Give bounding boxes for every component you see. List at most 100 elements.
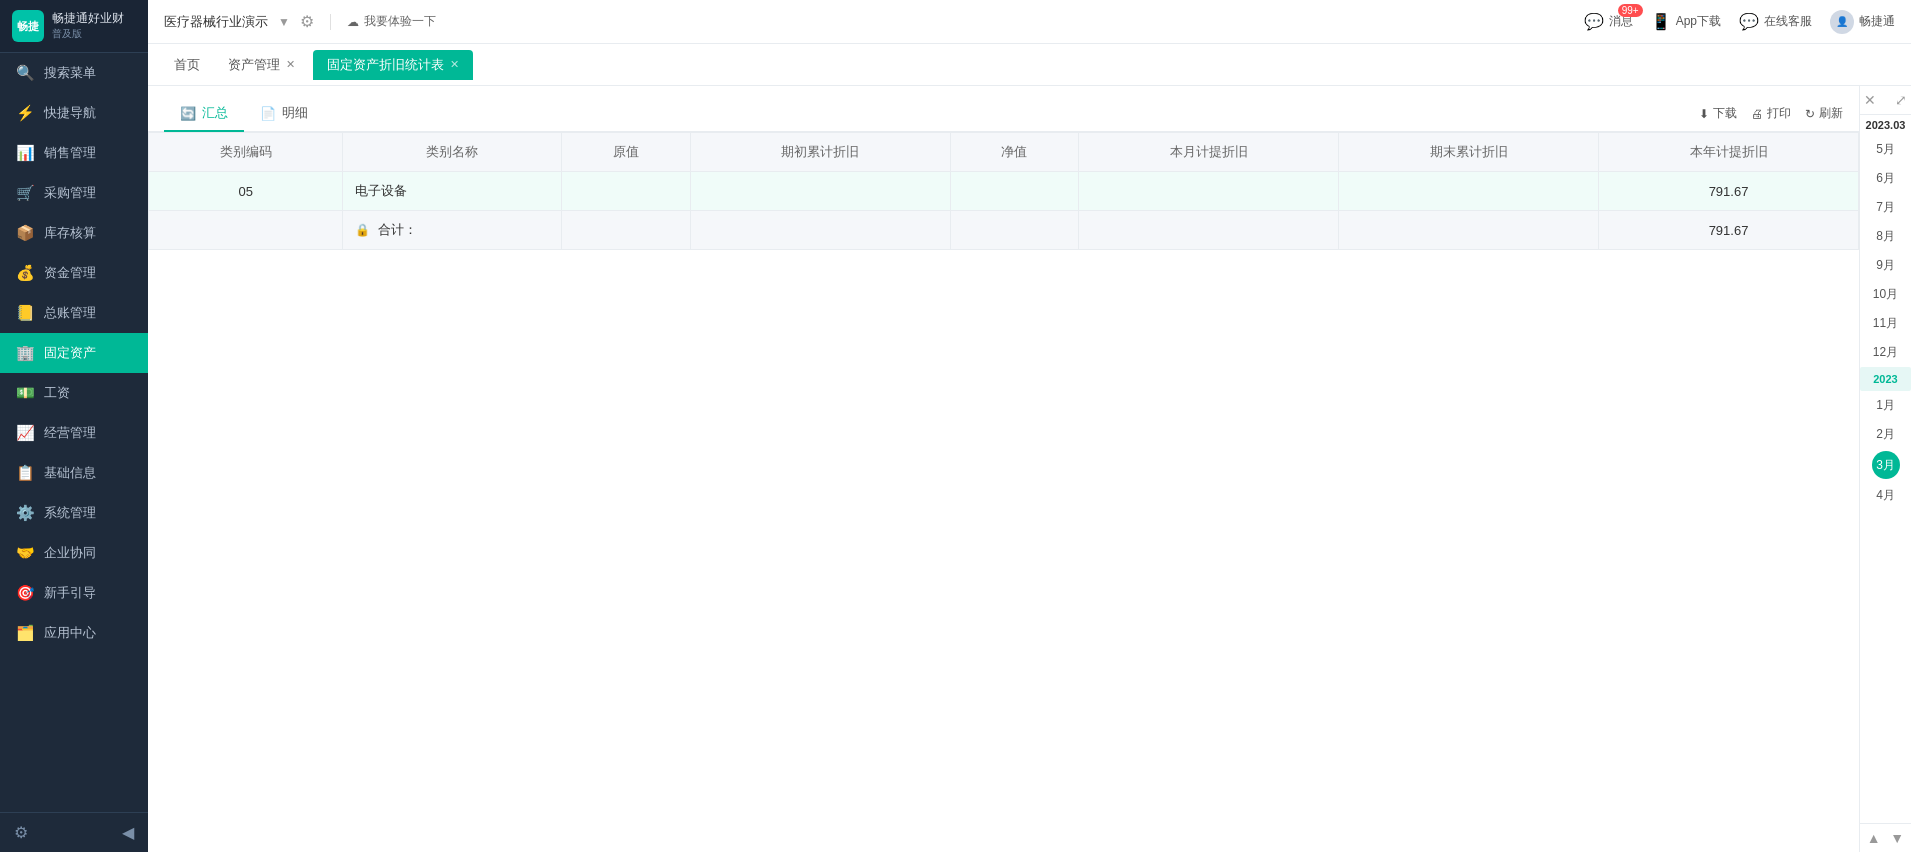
- online-service-button[interactable]: 💬 在线客服: [1739, 12, 1812, 31]
- user-profile-button[interactable]: 👤 畅捷通: [1830, 10, 1895, 34]
- building-icon: 🏢: [16, 344, 34, 362]
- collapse-icon[interactable]: ◀: [122, 823, 134, 842]
- service-icon: 💬: [1739, 12, 1759, 31]
- cell-closing-dep: [1339, 172, 1599, 211]
- logo-title: 畅捷通好业财: [52, 11, 124, 27]
- detail-icon: 📄: [260, 106, 276, 121]
- cell-original: [561, 172, 690, 211]
- month-item-5[interactable]: 5月: [1860, 135, 1911, 164]
- tab-close-asset[interactable]: ✕: [286, 58, 295, 71]
- col-header-annual-dep: 本年计提折旧: [1599, 133, 1859, 172]
- col-header-opening-dep: 期初累计折旧: [690, 133, 950, 172]
- month-item-8[interactable]: 8月: [1860, 222, 1911, 251]
- panel-close-button[interactable]: ✕: [1864, 92, 1876, 108]
- main-content: 医疗器械行业演示 ▼ ⚙ ☁ 我要体验一下 💬 消息 99+ 📱 App下载 💬…: [148, 0, 1911, 852]
- panel-expand-button[interactable]: ⤢: [1895, 92, 1907, 108]
- inner-tab-detail[interactable]: 📄 明细: [244, 96, 324, 132]
- handshake-icon: 🤝: [16, 544, 34, 562]
- cart-icon: 🛒: [16, 184, 34, 202]
- inner-tab-summary[interactable]: 🔄 汇总: [164, 96, 244, 132]
- print-icon: 🖨: [1751, 107, 1763, 121]
- total-label: 🔒 合计：: [343, 211, 562, 250]
- tab-home[interactable]: 首页: [164, 50, 210, 80]
- month-item-2[interactable]: 2月: [1860, 420, 1911, 449]
- sidebar-item-fixed-assets[interactable]: 🏢 固定资产: [0, 333, 148, 373]
- app-download-button[interactable]: 📱 App下载: [1651, 12, 1721, 31]
- message-icon: 💬: [1584, 12, 1604, 31]
- guide-icon: 🎯: [16, 584, 34, 602]
- settings-footer-icon[interactable]: ⚙: [14, 823, 28, 842]
- cloud-icon: ☁: [347, 15, 359, 29]
- sidebar-item-basic-info[interactable]: 📋 基础信息: [0, 453, 148, 493]
- tab-close-depreciation[interactable]: ✕: [450, 58, 459, 71]
- lock-icon: 🔒: [355, 223, 370, 237]
- table-row: 05 电子设备 791.67: [149, 172, 1859, 211]
- summary-icon: 🔄: [180, 106, 196, 121]
- col-header-closing-dep: 期末累计折旧: [1339, 133, 1599, 172]
- cell-monthly-dep: [1079, 172, 1339, 211]
- phone-icon: 📱: [1651, 12, 1671, 31]
- gear-icon: ⚙️: [16, 504, 34, 522]
- content-area: 🔄 汇总 📄 明细 ⬇ 下载 🖨 打印: [148, 86, 1911, 852]
- year-2023-marker[interactable]: 2023: [1860, 367, 1911, 391]
- money-icon: 💰: [16, 264, 34, 282]
- col-header-net-value: 净值: [950, 133, 1079, 172]
- messages-button[interactable]: 💬 消息 99+: [1584, 12, 1633, 31]
- print-button[interactable]: 🖨 打印: [1751, 105, 1791, 122]
- month-item-12[interactable]: 12月: [1860, 338, 1911, 367]
- topbar-settings-icon[interactable]: ⚙: [300, 12, 314, 31]
- right-panel-header: ✕ ⤢: [1860, 86, 1911, 115]
- tab-asset-management[interactable]: 资产管理 ✕: [214, 50, 309, 80]
- logo-subtitle: 普及版: [52, 27, 124, 41]
- sidebar-item-operations[interactable]: 📈 经营管理: [0, 413, 148, 453]
- cell-net-value: [950, 172, 1079, 211]
- sidebar-item-inventory[interactable]: 📦 库存核算: [0, 213, 148, 253]
- sidebar-item-payroll[interactable]: 💵 工资: [0, 373, 148, 413]
- month-item-6[interactable]: 6月: [1860, 164, 1911, 193]
- month-item-4[interactable]: 4月: [1860, 481, 1911, 510]
- month-item-11[interactable]: 11月: [1860, 309, 1911, 338]
- chart-icon: 📊: [16, 144, 34, 162]
- right-panel-footer: ▲ ▼: [1860, 823, 1911, 852]
- cell-code: 05: [149, 172, 343, 211]
- month-item-1[interactable]: 1月: [1860, 391, 1911, 420]
- sidebar-item-funds[interactable]: 💰 资金管理: [0, 253, 148, 293]
- month-item-10[interactable]: 10月: [1860, 280, 1911, 309]
- sidebar-item-quick-nav[interactable]: ⚡ 快捷导航: [0, 93, 148, 133]
- message-badge: 99+: [1618, 4, 1643, 17]
- cell-annual-dep: 791.67: [1599, 172, 1859, 211]
- month-item-7[interactable]: 7月: [1860, 193, 1911, 222]
- sidebar-item-search[interactable]: 🔍 搜索菜单: [0, 53, 148, 93]
- depreciation-table: 类别编码 类别名称 原值 期初累计折旧 净值 本月计提折旧 期末累计折旧 本年计…: [148, 132, 1859, 250]
- download-button[interactable]: ⬇ 下载: [1699, 105, 1737, 122]
- lightning-icon: ⚡: [16, 104, 34, 122]
- operations-icon: 📈: [16, 424, 34, 442]
- payroll-icon: 💵: [16, 384, 34, 402]
- inner-tabs: 🔄 汇总 📄 明细 ⬇ 下载 🖨 打印: [148, 86, 1859, 132]
- sidebar: 畅捷 畅捷通好业财 普及版 🔍 搜索菜单 ⚡ 快捷导航 📊 销售管理 🛒 采购管…: [0, 0, 148, 852]
- col-header-monthly-dep: 本月计提折旧: [1079, 133, 1339, 172]
- table-total-row: 🔒 合计： 791.67: [149, 211, 1859, 250]
- sidebar-nav: 🔍 搜索菜单 ⚡ 快捷导航 📊 销售管理 🛒 采购管理 📦 库存核算 💰 资金管…: [0, 53, 148, 812]
- sidebar-item-ledger[interactable]: 📒 总账管理: [0, 293, 148, 333]
- refresh-button[interactable]: ↻ 刷新: [1805, 105, 1843, 122]
- panel-up-button[interactable]: ▲: [1867, 830, 1881, 846]
- month-item-3-active[interactable]: 3月: [1872, 451, 1900, 479]
- company-dropdown-icon[interactable]: ▼: [278, 15, 290, 29]
- sidebar-item-purchase[interactable]: 🛒 采购管理: [0, 173, 148, 213]
- panel-down-button[interactable]: ▼: [1890, 830, 1904, 846]
- tab-depreciation-report[interactable]: 固定资产折旧统计表 ✕: [313, 50, 473, 80]
- experience-button[interactable]: ☁ 我要体验一下: [347, 13, 436, 30]
- sidebar-item-enterprise[interactable]: 🤝 企业协同: [0, 533, 148, 573]
- sidebar-item-app-center[interactable]: 🗂️ 应用中心: [0, 613, 148, 653]
- box-icon: 📦: [16, 224, 34, 242]
- app-icon: 🗂️: [16, 624, 34, 642]
- sidebar-item-guide[interactable]: 🎯 新手引导: [0, 573, 148, 613]
- sidebar-item-sales[interactable]: 📊 销售管理: [0, 133, 148, 173]
- topbar: 医疗器械行业演示 ▼ ⚙ ☁ 我要体验一下 💬 消息 99+ 📱 App下载 💬…: [148, 0, 1911, 44]
- sidebar-item-system[interactable]: ⚙️ 系统管理: [0, 493, 148, 533]
- toolbar: ⬇ 下载 🖨 打印 ↻ 刷新: [1699, 101, 1843, 126]
- col-header-original: 原值: [561, 133, 690, 172]
- total-annual-dep: 791.67: [1599, 211, 1859, 250]
- month-item-9[interactable]: 9月: [1860, 251, 1911, 280]
